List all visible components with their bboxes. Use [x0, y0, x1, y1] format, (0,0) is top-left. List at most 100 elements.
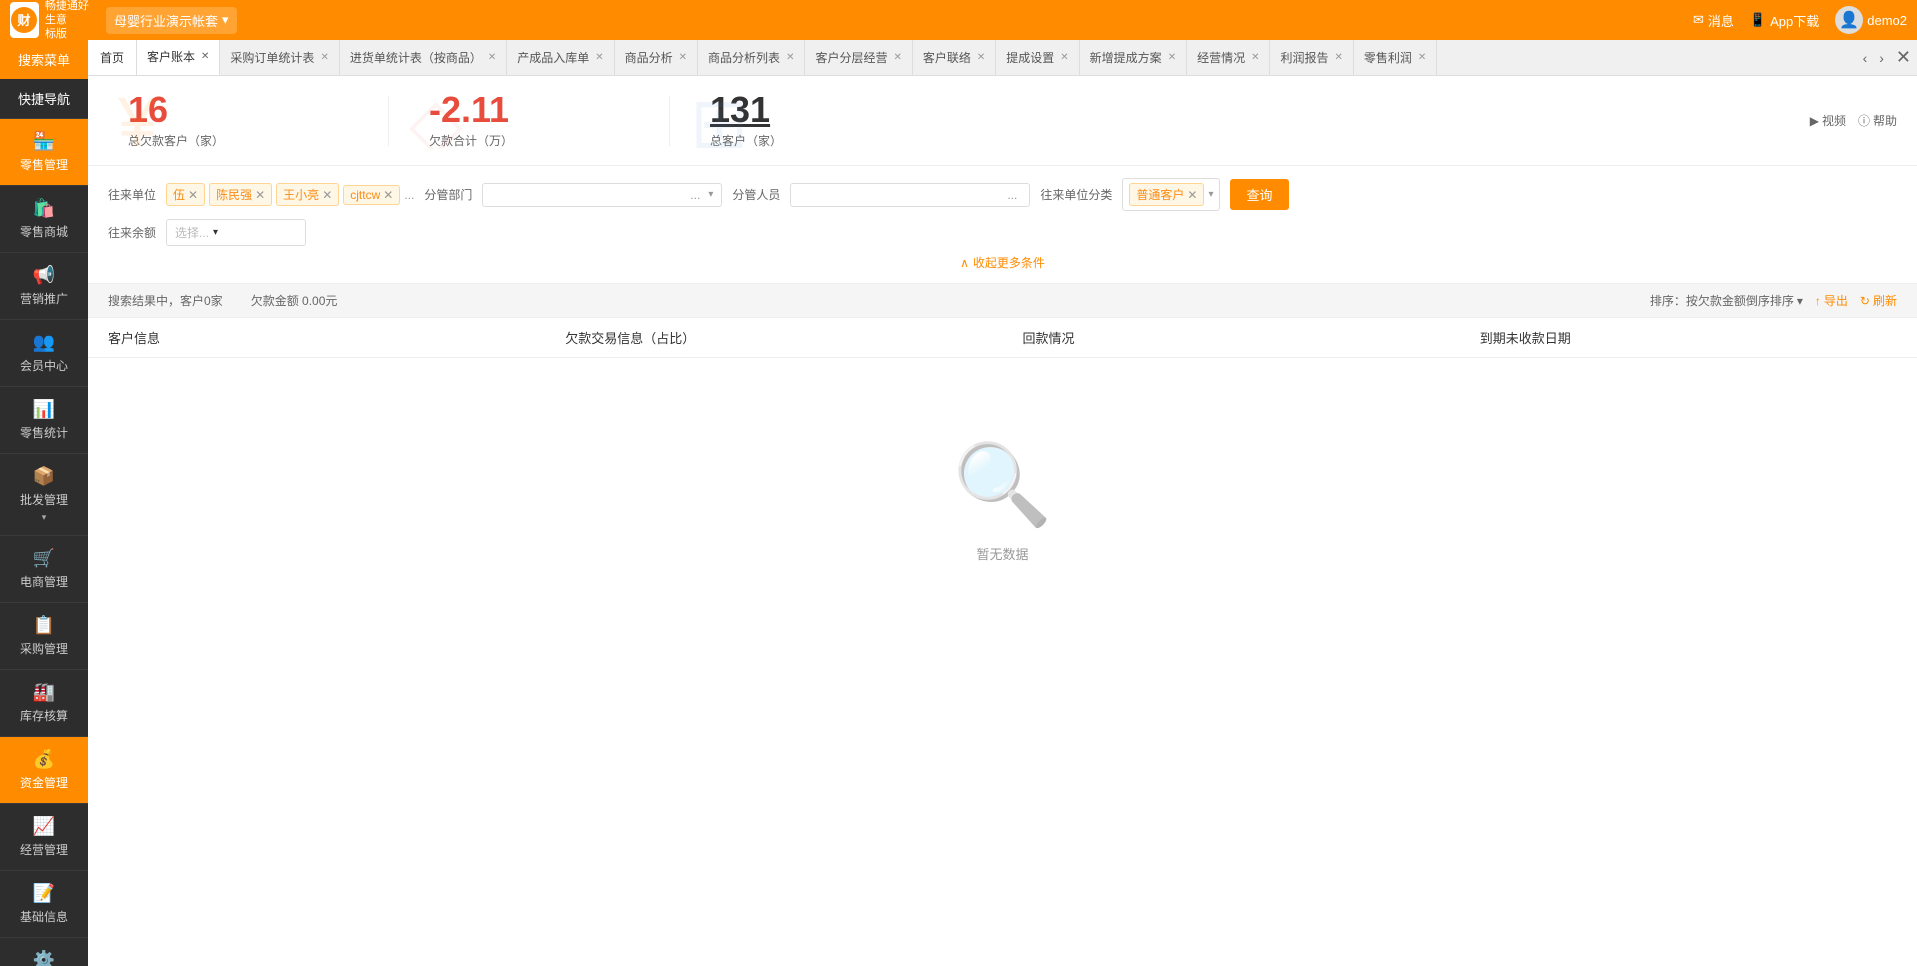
tab-product-stock[interactable]: 产成品入库单 ✕	[507, 40, 614, 76]
tab-customer-contact-close[interactable]: ✕	[977, 52, 985, 63]
tab-new-commission-label: 新增提成方案	[1090, 49, 1162, 66]
unit-tag-wang[interactable]: 王小亮 ✕	[276, 183, 339, 206]
sidebar-search[interactable]: 搜索菜单	[0, 40, 88, 79]
sidebar-item-system[interactable]: ⚙️ 系统管理	[0, 938, 88, 966]
unit-cat-tag[interactable]: 普通客户 ✕	[1129, 183, 1204, 206]
user-profile[interactable]: 👤 demo2	[1835, 6, 1907, 34]
sidebar-item-inventory[interactable]: 🏭 库存核算	[0, 670, 88, 737]
sidebar-item-retail[interactable]: 🏪 零售管理	[0, 119, 88, 186]
export-button[interactable]: ↑ 导出	[1815, 292, 1848, 309]
tab-retail-profit-close[interactable]: ✕	[1418, 52, 1426, 63]
app-download-button[interactable]: 📱 App下载	[1750, 11, 1819, 30]
message-button[interactable]: ✉ 消息	[1693, 11, 1734, 30]
sidebar-item-operation[interactable]: 📈 经营管理	[0, 804, 88, 871]
finance-icon: 💰	[33, 749, 55, 770]
sidebar-item-purchase[interactable]: 📋 采购管理	[0, 603, 88, 670]
sidebar-item-retail-stat[interactable]: 📊 零售统计	[0, 387, 88, 454]
sidebar-item-member-label: 会员中心	[20, 357, 68, 374]
tab-customer-ledger-label: 客户账本	[147, 48, 195, 65]
sidebar-item-marketing[interactable]: 📢 营销推广	[0, 253, 88, 320]
operation-icon: 📈	[33, 816, 55, 837]
purchase-icon: 📋	[33, 615, 55, 636]
unit-tag-wu-label: 伍	[173, 186, 185, 203]
tab-product-analysis-list-close[interactable]: ✕	[786, 52, 794, 63]
tab-commission-settings-close[interactable]: ✕	[1060, 52, 1068, 63]
sidebar-item-finance[interactable]: 💰 资金管理	[0, 737, 88, 804]
sidebar: 搜索菜单 快捷导航 🏪 零售管理 🛍️ 零售商城 📢 营销推广 👥 会员中心	[0, 40, 88, 966]
tab-prev-button[interactable]: ‹	[1857, 40, 1874, 76]
results-actions: 排序：按欠款金额倒序排序 ▾ ↑ 导出 ↻ 刷新	[1650, 292, 1897, 309]
inventory-icon: 🏭	[33, 682, 55, 703]
message-label: 消息	[1708, 11, 1734, 30]
sidebar-item-ecommerce[interactable]: 🛒 电商管理	[0, 536, 88, 603]
refresh-button[interactable]: ↻ 刷新	[1860, 292, 1897, 309]
unit-tag-chen-close[interactable]: ✕	[255, 188, 265, 202]
tab-next-button[interactable]: ›	[1873, 40, 1890, 76]
sort-button[interactable]: 排序：按欠款金额倒序排序 ▾	[1650, 292, 1803, 309]
sidebar-item-purchase-label: 采购管理	[20, 640, 68, 657]
batch-icon: 📦	[33, 466, 55, 487]
tab-customer-contact[interactable]: 客户联络 ✕	[913, 40, 996, 76]
person-dots[interactable]: ...	[1003, 188, 1021, 202]
sidebar-quick-nav[interactable]: 快捷导航	[0, 79, 88, 119]
sidebar-search-label: 搜索菜单	[4, 50, 84, 69]
balance-selector[interactable]: 选择... ▾	[166, 219, 306, 246]
tab-home[interactable]: 首页	[88, 40, 137, 76]
tab-customer-tier-close[interactable]: ✕	[893, 52, 901, 63]
tab-profit-report-close[interactable]: ✕	[1335, 52, 1343, 63]
tab-product-stock-close[interactable]: ✕	[595, 52, 603, 63]
tab-purchase-stats-by-product-label: 进货单统计表（按商品）	[350, 49, 482, 66]
tab-new-commission[interactable]: 新增提成方案 ✕	[1080, 40, 1187, 76]
query-button[interactable]: 查询	[1230, 179, 1288, 210]
video-button[interactable]: ▶ 视频	[1810, 112, 1846, 129]
tab-purchase-stats-by-product-close[interactable]: ✕	[488, 52, 496, 63]
tab-operation-situation-close[interactable]: ✕	[1251, 52, 1259, 63]
tab-navigation: ‹ › ✕	[1857, 40, 1917, 76]
tab-customer-tier-label: 客户分层经营	[815, 49, 887, 66]
tab-commission-settings[interactable]: 提成设置 ✕	[996, 40, 1079, 76]
tab-purchase-order-stats-close[interactable]: ✕	[320, 52, 328, 63]
sidebar-item-base[interactable]: 📝 基础信息	[0, 871, 88, 938]
filter-bar: 往来单位 伍 ✕ 陈民强 ✕ 王小亮	[88, 166, 1917, 284]
unit-category-label: 往来单位分类	[1040, 186, 1112, 203]
balance-filter-label: 往来余额	[108, 224, 156, 241]
tab-profit-report[interactable]: 利润报告 ✕	[1270, 40, 1353, 76]
tab-retail-profit[interactable]: 零售利润 ✕	[1354, 40, 1437, 76]
tab-purchase-stats-by-product[interactable]: 进货单统计表（按商品） ✕	[340, 40, 507, 76]
unit-category-selector[interactable]: 普通客户 ✕ ▾	[1122, 178, 1220, 211]
unit-tag-wu[interactable]: 伍 ✕	[166, 183, 205, 206]
account-selector[interactable]: 母婴行业演示帐套 ▾	[106, 7, 237, 34]
tab-product-analysis-list[interactable]: 商品分析列表 ✕	[698, 40, 805, 76]
tab-customer-ledger[interactable]: 客户账本 ✕	[137, 40, 220, 76]
sidebar-item-batch[interactable]: 📦 批发管理 ▾	[0, 454, 88, 536]
tab-purchase-order-stats[interactable]: 采购订单统计表 ✕	[220, 40, 339, 76]
sort-icon: ▾	[1797, 294, 1803, 308]
sidebar-item-member[interactable]: 👥 会员中心	[0, 320, 88, 387]
results-bar: 搜索结果中，客户0家 欠款金额 0.00元 排序：按欠款金额倒序排序 ▾ ↑ 导…	[88, 284, 1917, 318]
video-label: 视频	[1822, 112, 1846, 129]
dept-dots[interactable]: ...	[686, 188, 704, 202]
tab-operation-situation[interactable]: 经营情况 ✕	[1187, 40, 1270, 76]
unit-cat-close[interactable]: ✕	[1187, 188, 1197, 202]
tab-close-all-button[interactable]: ✕	[1890, 40, 1917, 76]
unit-tag-chen[interactable]: 陈民强 ✕	[209, 183, 272, 206]
tab-product-analysis[interactable]: 商品分析 ✕	[615, 40, 698, 76]
person-selector[interactable]: ...	[790, 183, 1030, 207]
empty-state: 🔍 暂无数据	[88, 358, 1917, 643]
stat-block-debtors: ¥ 16 总欠款客户（家）	[108, 92, 388, 149]
tab-retail-profit-label: 零售利润	[1364, 49, 1412, 66]
collapse-filter-button[interactable]: ∧ 收起更多条件	[108, 254, 1897, 271]
unit-tag-cjttcw-close[interactable]: ✕	[383, 188, 393, 202]
unit-tags-more[interactable]: ...	[404, 188, 414, 202]
col-due-date: 到期未收款日期	[1460, 318, 1917, 358]
dept-selector[interactable]: ... ▾	[482, 183, 722, 207]
help-button[interactable]: ⓘ 帮助	[1858, 112, 1897, 129]
tab-new-commission-close[interactable]: ✕	[1168, 52, 1176, 63]
tab-customer-ledger-close[interactable]: ✕	[201, 51, 209, 62]
unit-tag-cjttcw[interactable]: cjttcw ✕	[343, 185, 400, 205]
tab-product-analysis-close[interactable]: ✕	[679, 52, 687, 63]
unit-tag-wu-close[interactable]: ✕	[188, 188, 198, 202]
unit-tag-wang-close[interactable]: ✕	[322, 188, 332, 202]
sidebar-item-retail-shop[interactable]: 🛍️ 零售商城	[0, 186, 88, 253]
tab-customer-tier[interactable]: 客户分层经营 ✕	[805, 40, 912, 76]
